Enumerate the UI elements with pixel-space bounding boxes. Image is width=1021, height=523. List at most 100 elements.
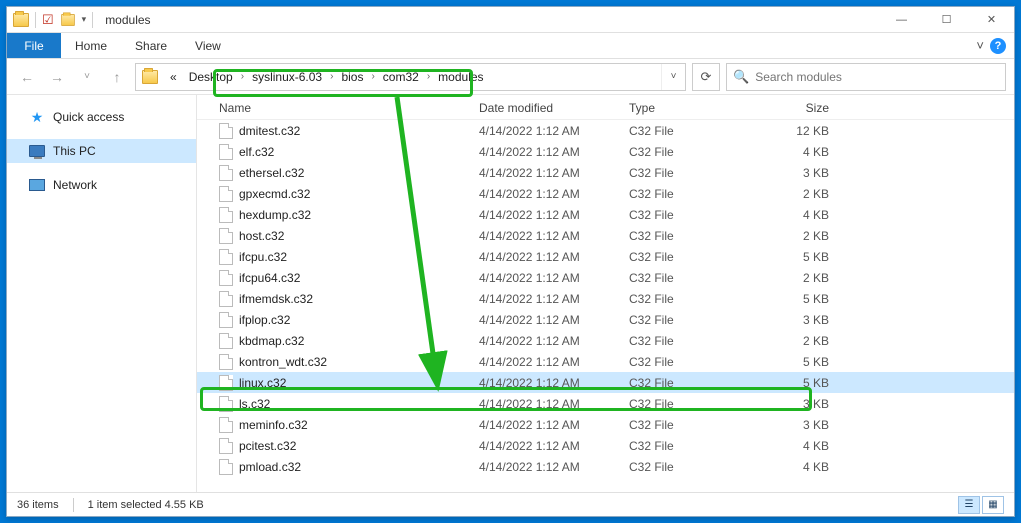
sidebar-item-network[interactable]: Network: [7, 173, 196, 197]
file-name: meminfo.c32: [239, 418, 479, 432]
forward-button[interactable]: →: [45, 65, 69, 89]
breadcrumb-seg-3[interactable]: modules: [432, 64, 489, 90]
sidebar-item-label: Network: [53, 178, 97, 192]
file-size: 3 KB: [749, 166, 829, 180]
file-row[interactable]: pmload.c324/14/2022 1:12 AMC32 File4 KB: [197, 456, 1014, 477]
file-row[interactable]: ifmemdsk.c324/14/2022 1:12 AMC32 File5 K…: [197, 288, 1014, 309]
refresh-button[interactable]: ⟳: [692, 63, 720, 91]
file-date: 4/14/2022 1:12 AM: [479, 271, 629, 285]
address-dropdown-icon[interactable]: ˅: [661, 64, 685, 90]
chevron-right-icon[interactable]: ›: [328, 71, 335, 82]
file-icon: [219, 417, 233, 433]
file-date: 4/14/2022 1:12 AM: [479, 145, 629, 159]
file-row[interactable]: dmitest.c324/14/2022 1:12 AMC32 File12 K…: [197, 120, 1014, 141]
breadcrumb-seg-2[interactable]: com32: [377, 64, 425, 90]
file-icon: [219, 375, 233, 391]
col-header-date[interactable]: Date modified: [479, 101, 629, 115]
breadcrumb-root[interactable]: Desktop: [183, 64, 239, 90]
file-date: 4/14/2022 1:12 AM: [479, 313, 629, 327]
new-folder-icon[interactable]: [61, 14, 75, 26]
file-row[interactable]: hexdump.c324/14/2022 1:12 AMC32 File4 KB: [197, 204, 1014, 225]
file-date: 4/14/2022 1:12 AM: [479, 187, 629, 201]
icons-view-button[interactable]: ▦: [982, 496, 1004, 514]
file-icon: [219, 186, 233, 202]
qat-dropdown-icon[interactable]: ▾: [82, 14, 87, 25]
file-row[interactable]: elf.c324/14/2022 1:12 AMC32 File4 KB: [197, 141, 1014, 162]
separator: [92, 12, 93, 28]
breadcrumb-seg-1[interactable]: bios: [335, 64, 369, 90]
search-icon: 🔍: [733, 69, 749, 85]
search-input[interactable]: [755, 70, 999, 84]
breadcrumb-seg-0[interactable]: syslinux-6.03: [246, 64, 328, 90]
search-box[interactable]: 🔍: [726, 63, 1006, 91]
file-row[interactable]: meminfo.c324/14/2022 1:12 AMC32 File3 KB: [197, 414, 1014, 435]
file-row[interactable]: kbdmap.c324/14/2022 1:12 AMC32 File2 KB: [197, 330, 1014, 351]
ribbon: File Home Share View ˅ ?: [7, 33, 1014, 59]
col-header-name[interactable]: Name: [219, 101, 479, 115]
file-date: 4/14/2022 1:12 AM: [479, 397, 629, 411]
file-name: hexdump.c32: [239, 208, 479, 222]
chevron-right-icon[interactable]: ›: [425, 71, 432, 82]
breadcrumb-prefix[interactable]: «: [164, 64, 183, 90]
file-icon: [219, 144, 233, 160]
file-type: C32 File: [629, 208, 749, 222]
file-row[interactable]: ifcpu64.c324/14/2022 1:12 AMC32 File2 KB: [197, 267, 1014, 288]
file-row[interactable]: gpxecmd.c324/14/2022 1:12 AMC32 File2 KB: [197, 183, 1014, 204]
chevron-right-icon[interactable]: ›: [239, 71, 246, 82]
statusbar: 36 items 1 item selected 4.55 KB ☰ ▦: [7, 492, 1014, 516]
file-row[interactable]: pcitest.c324/14/2022 1:12 AMC32 File4 KB: [197, 435, 1014, 456]
file-size: 5 KB: [749, 250, 829, 264]
file-row[interactable]: host.c324/14/2022 1:12 AMC32 File2 KB: [197, 225, 1014, 246]
file-size: 5 KB: [749, 292, 829, 306]
tab-home[interactable]: Home: [61, 33, 121, 58]
tab-view[interactable]: View: [181, 33, 235, 58]
separator: [73, 498, 74, 512]
file-pane[interactable]: Name Date modified Type Size dmitest.c32…: [197, 95, 1014, 492]
file-icon: [219, 291, 233, 307]
col-header-type[interactable]: Type: [629, 101, 749, 115]
file-row[interactable]: kontron_wdt.c324/14/2022 1:12 AMC32 File…: [197, 351, 1014, 372]
nav-pane: ★ Quick access This PC Network: [7, 95, 197, 492]
col-header-size[interactable]: Size: [749, 101, 829, 115]
file-row[interactable]: ls.c324/14/2022 1:12 AMC32 File3 KB: [197, 393, 1014, 414]
file-size: 4 KB: [749, 460, 829, 474]
sidebar-item-this-pc[interactable]: This PC: [7, 139, 196, 163]
file-list: dmitest.c324/14/2022 1:12 AMC32 File12 K…: [197, 120, 1014, 477]
sidebar-item-quick-access[interactable]: ★ Quick access: [7, 105, 196, 129]
file-row[interactable]: ifcpu.c324/14/2022 1:12 AMC32 File5 KB: [197, 246, 1014, 267]
maximize-button[interactable]: ☐: [924, 7, 969, 33]
network-icon: [29, 177, 45, 193]
ribbon-expand-icon[interactable]: ˅: [976, 38, 984, 53]
file-date: 4/14/2022 1:12 AM: [479, 208, 629, 222]
up-button[interactable]: ↑: [105, 65, 129, 89]
file-type: C32 File: [629, 376, 749, 390]
file-type: C32 File: [629, 292, 749, 306]
details-view-button[interactable]: ☰: [958, 496, 980, 514]
file-type: C32 File: [629, 334, 749, 348]
back-button[interactable]: ←: [15, 65, 39, 89]
file-type: C32 File: [629, 250, 749, 264]
window-title: modules: [105, 13, 150, 27]
file-row[interactable]: linux.c324/14/2022 1:12 AMC32 File5 KB: [197, 372, 1014, 393]
tab-share[interactable]: Share: [121, 33, 181, 58]
file-name: ifplop.c32: [239, 313, 479, 327]
file-date: 4/14/2022 1:12 AM: [479, 292, 629, 306]
file-row[interactable]: ethersel.c324/14/2022 1:12 AMC32 File3 K…: [197, 162, 1014, 183]
file-row[interactable]: ifplop.c324/14/2022 1:12 AMC32 File3 KB: [197, 309, 1014, 330]
folder-icon: [13, 13, 29, 27]
file-icon: [219, 459, 233, 475]
file-tab[interactable]: File: [7, 33, 61, 58]
properties-icon[interactable]: ☑: [42, 12, 54, 28]
file-icon: [219, 312, 233, 328]
help-icon[interactable]: ?: [990, 38, 1006, 54]
file-type: C32 File: [629, 271, 749, 285]
minimize-button[interactable]: —: [879, 7, 924, 33]
address-bar[interactable]: « Desktop › syslinux-6.03 › bios › com32…: [135, 63, 686, 91]
file-name: ls.c32: [239, 397, 479, 411]
history-dropdown[interactable]: ˅: [75, 65, 99, 89]
file-date: 4/14/2022 1:12 AM: [479, 376, 629, 390]
file-name: pmload.c32: [239, 460, 479, 474]
close-button[interactable]: ✕: [969, 7, 1014, 33]
chevron-right-icon[interactable]: ›: [369, 71, 376, 82]
file-size: 12 KB: [749, 124, 829, 138]
